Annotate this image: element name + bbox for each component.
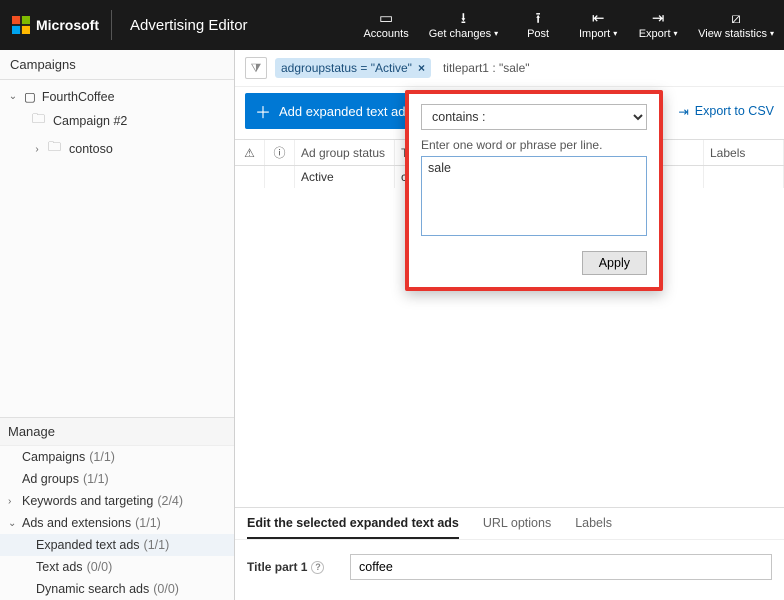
expand-icon[interactable]: › bbox=[32, 144, 42, 155]
get-changes-menu[interactable]: ⭳Get changes▾ bbox=[419, 0, 508, 50]
manage-panel-title: Manage bbox=[0, 418, 234, 446]
filter-hint-text: Enter one word or phrase per line. bbox=[421, 138, 647, 152]
manage-adgroups[interactable]: Ad groups (1/1) bbox=[0, 468, 234, 490]
app-name: Advertising Editor bbox=[112, 17, 266, 34]
filter-popup: contains : Enter one word or phrase per … bbox=[405, 90, 663, 291]
plus-icon: ＋ bbox=[255, 99, 271, 123]
collapse-icon[interactable]: ⌄ bbox=[8, 518, 18, 529]
post-button[interactable]: ⭱Post bbox=[508, 0, 568, 50]
column-ad-group-status[interactable]: Ad group status bbox=[295, 140, 395, 165]
manage-text-ads[interactable]: Text ads (0/0) bbox=[0, 556, 234, 578]
help-icon[interactable]: ? bbox=[311, 561, 324, 574]
filter-value-input[interactable] bbox=[421, 156, 647, 236]
manage-expanded-text-ads[interactable]: Expanded text ads (1/1) bbox=[0, 534, 234, 556]
folder-icon bbox=[32, 110, 47, 132]
warning-icon: ⚠ bbox=[244, 146, 255, 160]
export-icon: ⇥ bbox=[678, 104, 688, 119]
chevron-down-icon: ▾ bbox=[613, 29, 617, 38]
column-warning[interactable]: ⚠ bbox=[235, 140, 265, 165]
collapse-icon[interactable]: ⌄ bbox=[8, 91, 18, 102]
download-icon: ⭳ bbox=[461, 11, 466, 26]
export-csv-button[interactable]: ⇥Export to CSV bbox=[678, 104, 774, 119]
manage-keywords[interactable]: ›Keywords and targeting (2/4) bbox=[0, 490, 234, 512]
chevron-down-icon: ▾ bbox=[770, 29, 774, 38]
campaigns-tree: ⌄▢FourthCoffee Campaign #2 ›contoso bbox=[0, 80, 234, 169]
title-part-1-label: Title part 1? bbox=[247, 560, 332, 574]
tree-campaign[interactable]: ›contoso bbox=[0, 135, 234, 163]
manage-ads[interactable]: ⌄Ads and extensions (1/1) bbox=[0, 512, 234, 534]
app-header: Microsoft Advertising Editor ▭Accounts ⭳… bbox=[0, 0, 784, 50]
campaigns-panel-title: Campaigns bbox=[0, 50, 234, 80]
export-icon: ⇥ bbox=[652, 11, 665, 26]
filter-bar: ⧩ adgroupstatus = "Active"× titlepart1 :… bbox=[235, 50, 784, 87]
cell-status: Active bbox=[295, 166, 395, 188]
manage-dynamic-search-ads[interactable]: Dynamic search ads (0/0) bbox=[0, 578, 234, 600]
tab-url-options[interactable]: URL options bbox=[483, 516, 551, 539]
import-menu[interactable]: ⇤Import▾ bbox=[568, 0, 628, 50]
filter-operator-select[interactable]: contains : bbox=[421, 104, 647, 130]
microsoft-logo: Microsoft bbox=[0, 16, 111, 34]
remove-chip-icon[interactable]: × bbox=[418, 61, 425, 75]
filter-chip-adgroupstatus[interactable]: adgroupstatus = "Active"× bbox=[275, 58, 431, 78]
editor-panel: Edit the selected expanded text ads URL … bbox=[235, 507, 784, 600]
left-panel: Campaigns ⌄▢FourthCoffee Campaign #2 ›co… bbox=[0, 50, 235, 600]
title-part-1-input[interactable] bbox=[350, 554, 772, 580]
chart-icon: ⧄ bbox=[731, 11, 741, 26]
view-statistics-menu[interactable]: ⧄View statistics▾ bbox=[688, 0, 784, 50]
tab-edit[interactable]: Edit the selected expanded text ads bbox=[247, 516, 459, 539]
export-menu[interactable]: ⇥Export▾ bbox=[628, 0, 688, 50]
add-expanded-text-ad-button[interactable]: ＋Add expanded text ad bbox=[245, 93, 420, 129]
info-icon: ⓘ bbox=[273, 144, 285, 161]
expand-icon[interactable]: › bbox=[8, 496, 18, 507]
accounts-icon: ▭ bbox=[379, 11, 393, 26]
folder-icon bbox=[48, 138, 63, 160]
upload-icon: ⭱ bbox=[535, 11, 540, 26]
manage-panel: Manage Campaigns (1/1) Ad groups (1/1) ›… bbox=[0, 417, 234, 600]
chevron-down-icon: ▾ bbox=[674, 29, 678, 38]
manage-campaigns[interactable]: Campaigns (1/1) bbox=[0, 446, 234, 468]
column-labels[interactable]: Labels bbox=[704, 140, 784, 165]
brand-text: Microsoft bbox=[36, 17, 99, 33]
apply-button[interactable]: Apply bbox=[582, 251, 647, 275]
accounts-menu[interactable]: ▭Accounts bbox=[353, 0, 418, 50]
tree-account[interactable]: ⌄▢FourthCoffee bbox=[0, 86, 234, 107]
filter-icon[interactable]: ⧩ bbox=[245, 57, 267, 79]
chevron-down-icon: ▾ bbox=[494, 29, 498, 38]
import-icon: ⇤ bbox=[592, 11, 605, 26]
tab-labels[interactable]: Labels bbox=[575, 516, 612, 539]
column-info[interactable]: ⓘ bbox=[265, 140, 295, 165]
filter-chip-titlepart1[interactable]: titlepart1 : "sale" bbox=[439, 58, 534, 78]
tree-campaign[interactable]: Campaign #2 bbox=[0, 107, 234, 135]
